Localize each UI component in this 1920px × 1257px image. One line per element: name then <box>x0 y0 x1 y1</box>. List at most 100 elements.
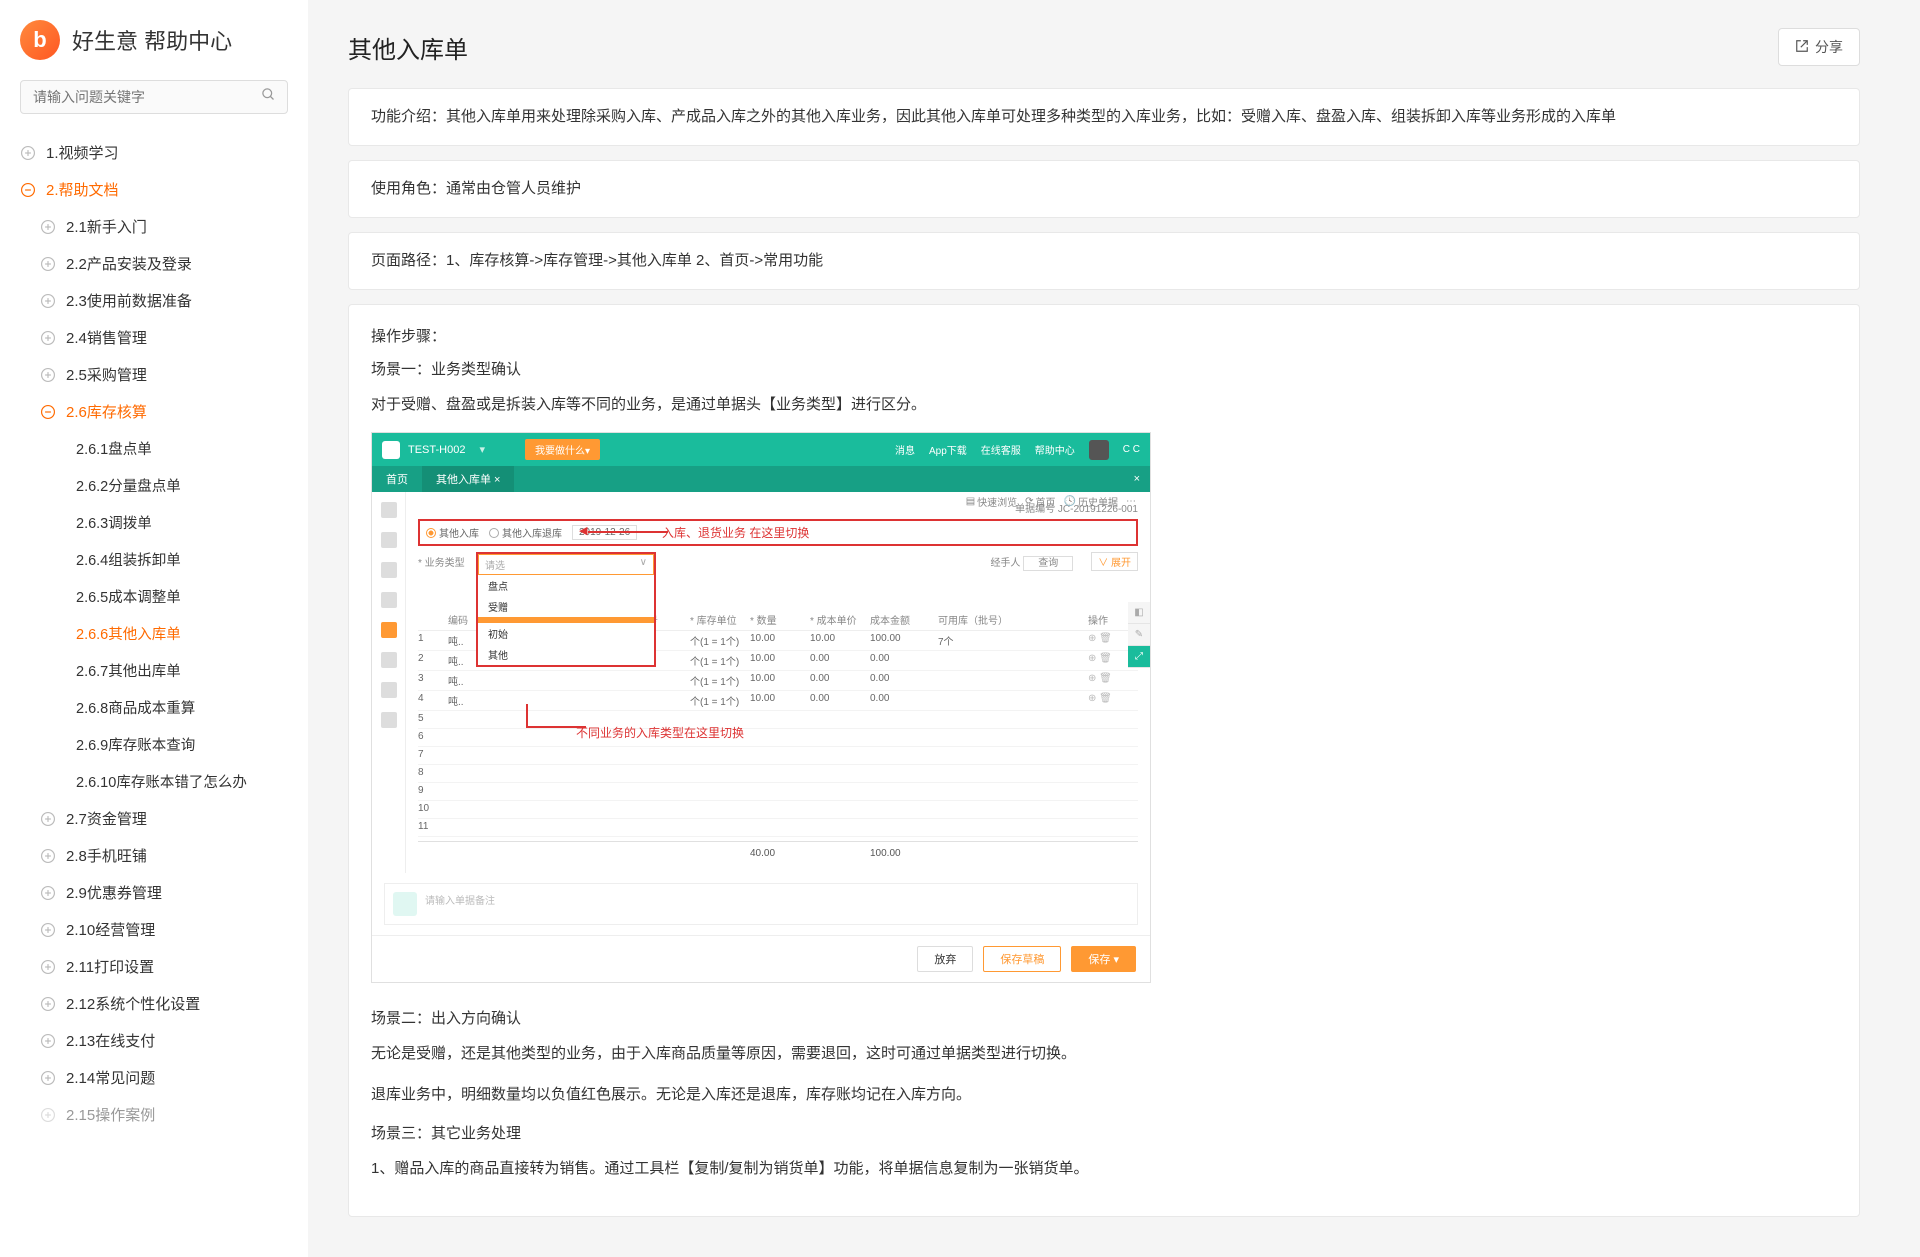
panel-text: 其他入库单用来处理除采购入库、产成品入库之外的其他入库业务，因此其他入库单可处理… <box>446 108 1616 125</box>
nav-2-10[interactable]: 2.10经营管理 <box>20 911 288 948</box>
nav-2-5[interactable]: 2.5采购管理 <box>20 356 288 393</box>
nav-2-15[interactable]: 2.15操作案例 <box>20 1096 288 1133</box>
ss-right-icon: ◧ <box>1128 602 1150 624</box>
nav-label: 2.9优惠券管理 <box>66 882 162 903</box>
nav-2-1[interactable]: 2.1新手入门 <box>20 208 288 245</box>
nav-2-7[interactable]: 2.7资金管理 <box>20 800 288 837</box>
search-input[interactable] <box>20 80 288 114</box>
nav-label: 2.6.10库存账本错了怎么办 <box>76 771 247 792</box>
nav-2-6-9[interactable]: 2.6.9库存账本查询 <box>20 726 288 763</box>
embedded-screenshot: TEST-H002 ▾ 我要做什么▾ 消息 App下载 在线客服 帮助中心 C … <box>371 432 1151 983</box>
note-icon <box>393 892 417 916</box>
share-icon <box>1795 39 1809 56</box>
ss-radio-in: 其他入库 <box>426 525 479 540</box>
ss-radio-return: 其他入库退库 <box>489 525 562 540</box>
nav-label: 2.6.1盘点单 <box>76 438 152 459</box>
ss-nav-icon <box>381 502 397 518</box>
panel-label: 使用角色： <box>371 180 446 197</box>
ss-btn-draft: 保存草稿 <box>983 946 1061 972</box>
ss-top-msg: 消息 <box>895 442 915 457</box>
content-panel: 操作步骤： 场景一：业务类型确认 对于受赠、盘盈或是拆装入库等不同的业务，是通过… <box>348 304 1860 1217</box>
nav-2-12[interactable]: 2.12系统个性化设置 <box>20 985 288 1022</box>
nav-label: 2.7资金管理 <box>66 808 147 829</box>
nav-2-6-10[interactable]: 2.6.10库存账本错了怎么办 <box>20 763 288 800</box>
ss-tool-browse: ▤ 快速浏览 <box>966 494 1017 509</box>
nav-label: 2.6.4组装拆卸单 <box>76 549 181 570</box>
nav-2-3[interactable]: 2.3使用前数据准备 <box>20 282 288 319</box>
ss-dd-opt: 其他 <box>478 644 654 665</box>
nav-2-6[interactable]: 2.6库存核算 <box>20 393 288 430</box>
ss-tool-home: ⟳ 首页 <box>1025 494 1055 509</box>
nav-2-6-4[interactable]: 2.6.4组装拆卸单 <box>20 541 288 578</box>
ss-note-box: 请输入单据备注 <box>384 883 1138 925</box>
ss-company: TEST-H002 <box>408 444 465 456</box>
plus-icon <box>40 1070 56 1086</box>
nav-2-11[interactable]: 2.11打印设置 <box>20 948 288 985</box>
scene3-title: 场景三：其它业务处理 <box>371 1122 1837 1143</box>
scene2-text1: 无论是受赠，还是其他类型的业务，由于入库商品质量等原因，需要退回，这时可通过单据… <box>371 1040 1837 1067</box>
ss-right-panel: ◧ ✎ ⤢ <box>1128 602 1150 668</box>
ss-tabs: 首页 其他入库单 × × <box>372 466 1150 492</box>
table-row: 11 <box>418 819 1138 837</box>
ss-right-icon-active: ⤢ <box>1128 646 1150 668</box>
nav-video[interactable]: 1.视频学习 <box>20 134 288 171</box>
nav-2-4[interactable]: 2.4销售管理 <box>20 319 288 356</box>
nav-2-6-7[interactable]: 2.6.7其他出库单 <box>20 652 288 689</box>
nav-2-6-5[interactable]: 2.6.5成本调整单 <box>20 578 288 615</box>
nav-2-6-3[interactable]: 2.6.3调拨单 <box>20 504 288 541</box>
panel-text: 通常由仓管人员维护 <box>446 180 581 197</box>
nav-label: 2.帮助文档 <box>46 179 119 200</box>
nav-docs[interactable]: 2.帮助文档 <box>20 171 288 208</box>
plus-icon <box>40 367 56 383</box>
ss-tab-home: 首页 <box>372 466 422 492</box>
nav-2-6-1[interactable]: 2.6.1盘点单 <box>20 430 288 467</box>
ss-tool-more-icon: ⋯ <box>1126 496 1136 507</box>
nav-label: 2.10经营管理 <box>66 919 155 940</box>
plus-icon <box>40 959 56 975</box>
ss-logo-icon <box>382 441 400 459</box>
nav-2-6-8[interactable]: 2.6.8商品成本重算 <box>20 689 288 726</box>
table-row: 8 <box>418 765 1138 783</box>
ss-dropdown: 请选∨ 盘点 受赠 初始 其他 <box>476 552 656 667</box>
nav-label: 2.14常见问题 <box>66 1067 155 1088</box>
logo: b 好生意 帮助中心 <box>20 20 288 60</box>
plus-icon <box>40 922 56 938</box>
ss-tool-history: 🕓 历史单据 <box>1064 494 1118 509</box>
table-row: 10 <box>418 801 1138 819</box>
avatar-icon <box>1089 440 1109 460</box>
ss-top-app: App下载 <box>929 442 967 457</box>
plus-icon <box>40 219 56 235</box>
nav-label: 2.8手机旺铺 <box>66 845 147 866</box>
ss-nav-icon <box>381 562 397 578</box>
share-button[interactable]: 分享 <box>1778 28 1860 66</box>
nav-label: 2.1新手入门 <box>66 216 147 237</box>
nav-2-9[interactable]: 2.9优惠券管理 <box>20 874 288 911</box>
nav-label: 2.13在线支付 <box>66 1030 155 1051</box>
nav-label: 2.2产品安装及登录 <box>66 253 192 274</box>
main-content: 其他入库单 分享 功能介绍：其他入库单用来处理除采购入库、产成品入库之外的其他入… <box>308 0 1920 1257</box>
scene2-title: 场景二：出入方向确认 <box>371 1007 1837 1028</box>
sidebar: b 好生意 帮助中心 1.视频学习 2.帮助文档 2.1新手入门 2.2产品安装… <box>0 0 308 1257</box>
ss-top-user: C C <box>1123 444 1140 455</box>
scene1-text: 对于受赠、盘盈或是拆装入库等不同的业务，是通过单据头【业务类型】进行区分。 <box>371 391 1837 418</box>
plus-icon <box>40 330 56 346</box>
nav-2-13[interactable]: 2.13在线支付 <box>20 1022 288 1059</box>
close-icon: × <box>1124 469 1150 489</box>
ss-dd-opt: 盘点 <box>478 575 654 596</box>
plus-icon <box>40 293 56 309</box>
nav-2-6-6[interactable]: 2.6.6其他入库单 <box>20 615 288 652</box>
panel-path: 页面路径：1、库存核算->库存管理->其他入库单 2、首页->常用功能 <box>348 232 1860 290</box>
ss-nav-icon <box>381 592 397 608</box>
arrow-icon <box>526 704 586 728</box>
nav-2-2[interactable]: 2.2产品安装及登录 <box>20 245 288 282</box>
nav-label: 2.6.6其他入库单 <box>76 623 181 644</box>
nav-2-8[interactable]: 2.8手机旺铺 <box>20 837 288 874</box>
nav-2-6-2[interactable]: 2.6.2分量盘点单 <box>20 467 288 504</box>
ss-toolbar: ▤ 快速浏览 ⟳ 首页 🕓 历史单据 ⋯ <box>966 494 1136 509</box>
nav-2-14[interactable]: 2.14常见问题 <box>20 1059 288 1096</box>
nav-label: 2.3使用前数据准备 <box>66 290 192 311</box>
ss-btn-save: 保存 ▾ <box>1071 946 1136 972</box>
nav-label: 1.视频学习 <box>46 142 119 163</box>
nav-label: 2.6.2分量盘点单 <box>76 475 181 496</box>
nav-tree: 1.视频学习 2.帮助文档 2.1新手入门 2.2产品安装及登录 2.3使用前数… <box>20 134 288 1133</box>
